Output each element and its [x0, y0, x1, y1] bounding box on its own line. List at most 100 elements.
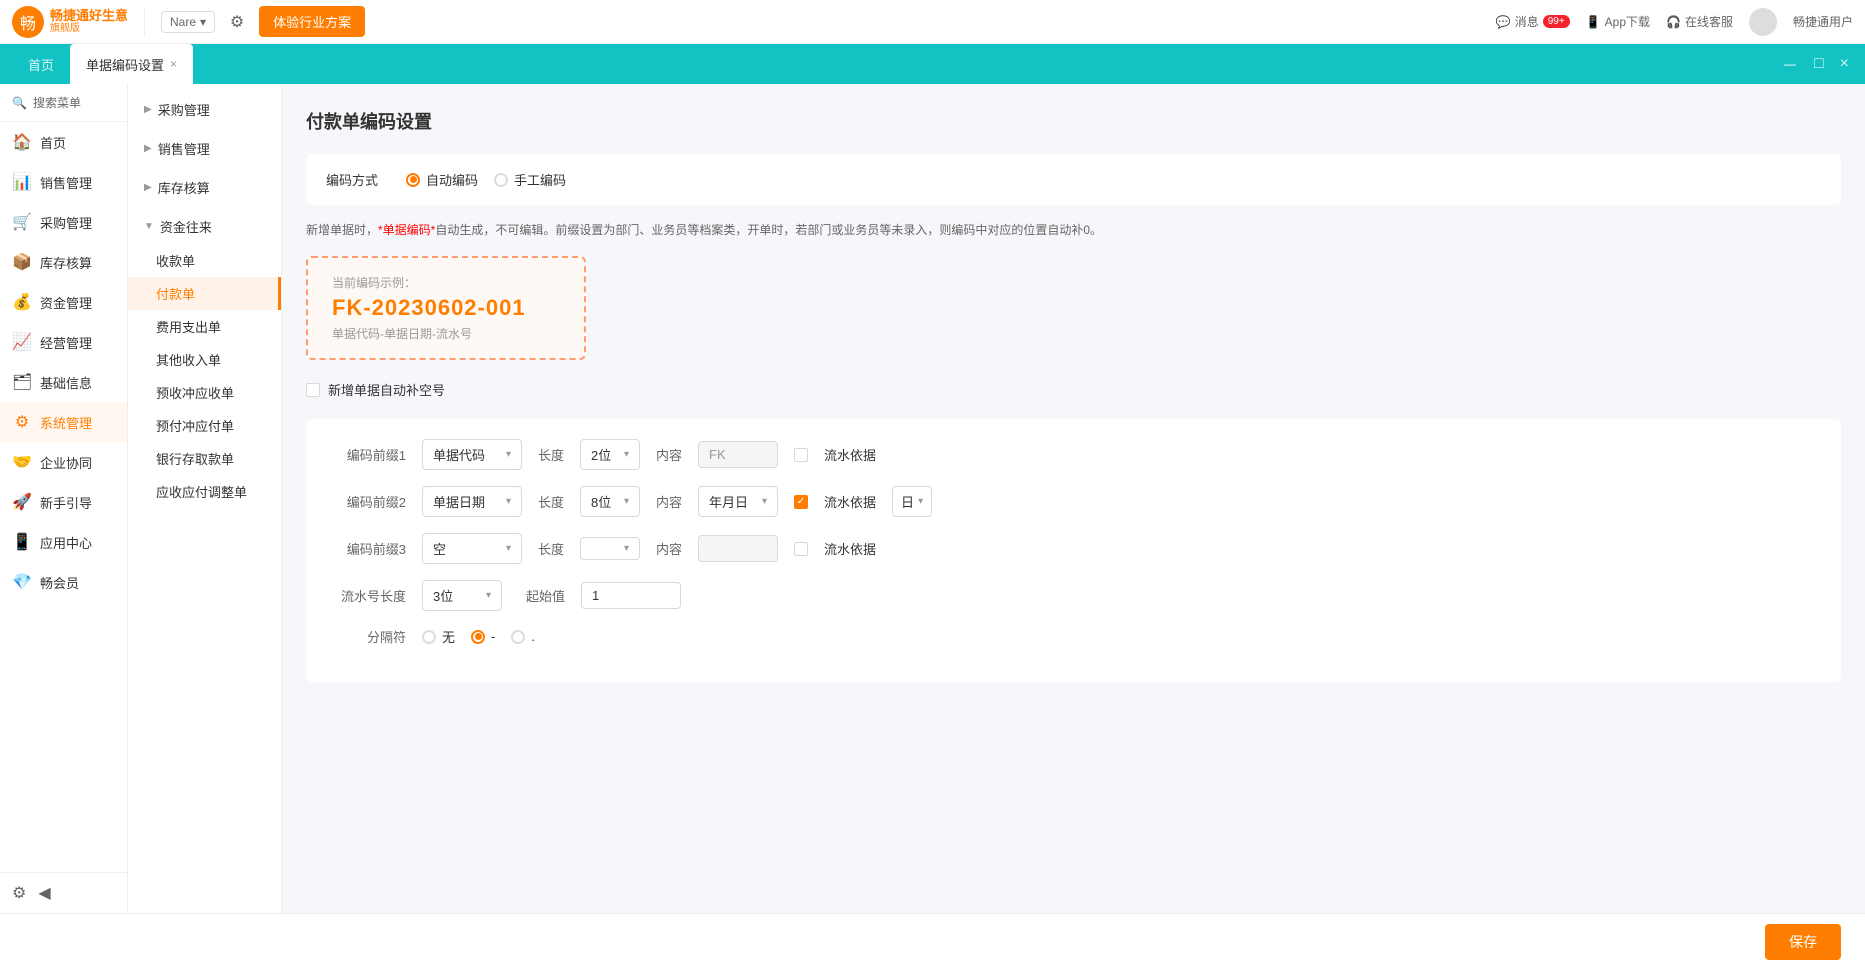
dropdown-arrow-icon: ▾: [624, 449, 629, 460]
sep-none-radio[interactable]: 无: [422, 627, 455, 646]
sidebar-collapse-button[interactable]: ◀: [38, 883, 50, 903]
preview-code: FK-20230602-001: [332, 295, 560, 321]
header-left: 畅 畅捷通好生意 旗舰版 Nare ▾ ⚙ 体验行业方案: [12, 6, 365, 38]
sub-item-payment[interactable]: 付款单: [128, 277, 281, 310]
prefix-3-value: 空: [433, 539, 446, 558]
sub-item-receipt[interactable]: 收款单: [128, 244, 281, 277]
sep-dot-label: .: [531, 629, 535, 644]
sidebar-item-purchase[interactable]: 🛒 采购管理: [0, 202, 127, 242]
content-1-input[interactable]: [698, 441, 778, 468]
breadcrumb-select[interactable]: Nare ▾: [161, 11, 215, 33]
content-3-input[interactable]: [698, 535, 778, 562]
auto-radio-label: 自动编码: [426, 170, 478, 189]
content-1-label: 内容: [656, 445, 682, 464]
sub-item-other-income[interactable]: 其他收入单: [128, 343, 281, 376]
length-2-value: 8位: [591, 492, 611, 511]
main-layout: 🔍 搜索菜单 🏠 首页 📊 销售管理 🛒 采购管理 📦 库存核算 💰 资金管理 …: [0, 84, 1865, 913]
tab-minimize-button[interactable]: －: [1778, 48, 1802, 80]
message-button[interactable]: 💬 消息 99+: [1496, 13, 1570, 30]
length-2-select[interactable]: 8位 ▾: [580, 486, 640, 517]
prefix-1-value: 单据代码: [433, 445, 485, 464]
sep-dash-circle: [471, 630, 485, 644]
auto-fill-checkbox[interactable]: [306, 383, 320, 397]
sep-dot-circle: [511, 630, 525, 644]
sidebar-item-basic[interactable]: 🗂 基础信息: [0, 362, 127, 402]
trial-button[interactable]: 体验行业方案: [259, 6, 365, 37]
prefix-row-3: 编码前缀3 空 ▾ 长度 ▾ 内容 流水依据: [326, 533, 1821, 564]
sidebar-item-apps[interactable]: 📱 应用中心: [0, 522, 127, 562]
tab-encoding[interactable]: 单据编码设置 ×: [70, 44, 193, 84]
dropdown-arrow-icon: ▾: [762, 496, 767, 507]
sidebar-label-sales: 销售管理: [40, 173, 92, 192]
dropdown-arrow-icon: ▾: [918, 496, 923, 507]
serial-row: 流水号长度 3位 ▾ 起始值: [326, 580, 1821, 611]
nav-tabs-bar: 首页 单据编码设置 × － □ ×: [0, 44, 1865, 84]
sub-group-sales-header[interactable]: ▶ 销售管理: [128, 131, 281, 166]
dropdown-arrow-icon: ▾: [486, 590, 491, 601]
sub-group-purchase-header[interactable]: ▶ 采购管理: [128, 92, 281, 127]
sep-dash-radio[interactable]: -: [471, 629, 495, 644]
logo-title: 畅捷通好生意: [50, 8, 128, 24]
sub-item-adjust[interactable]: 应收应付调整单: [128, 475, 281, 508]
serial-start-input[interactable]: [581, 582, 681, 609]
tab-encoding-close[interactable]: ×: [170, 57, 177, 71]
tab-home[interactable]: 首页: [12, 44, 70, 84]
content-2-select[interactable]: 年月日 ▾: [698, 486, 778, 517]
sidebar-item-home[interactable]: 🏠 首页: [0, 122, 127, 162]
follow-1-checkbox[interactable]: [794, 448, 808, 462]
tab-close-button[interactable]: ×: [1836, 51, 1853, 77]
tab-encoding-label: 单据编码设置: [86, 55, 164, 74]
system-icon: ⚙: [12, 412, 32, 432]
prefix-2-select[interactable]: 单据日期 ▾: [422, 486, 522, 517]
manual-radio[interactable]: 手工编码: [494, 170, 566, 189]
sidebar-label-guide: 新手引导: [40, 493, 92, 512]
download-button[interactable]: 📱 App下载: [1586, 13, 1650, 30]
auto-radio-circle: [406, 173, 420, 187]
follow-2-checkbox[interactable]: ✓: [794, 495, 808, 509]
serial-length-select[interactable]: 3位 ▾: [422, 580, 502, 611]
follow-2-label: 流水依据: [824, 492, 876, 511]
prefix-3-select[interactable]: 空 ▾: [422, 533, 522, 564]
home-icon: 🏠: [12, 132, 32, 152]
apps-icon: 📱: [12, 532, 32, 552]
sidebar: 🔍 搜索菜单 🏠 首页 📊 销售管理 🛒 采购管理 📦 库存核算 💰 资金管理 …: [0, 84, 128, 913]
settings-button[interactable]: ⚙: [223, 8, 251, 36]
guide-icon: 🚀: [12, 492, 32, 512]
sidebar-item-member[interactable]: 💎 畅会员: [0, 562, 127, 602]
sidebar-item-inventory[interactable]: 📦 库存核算: [0, 242, 127, 282]
sidebar-footer: ⚙ ◀: [0, 872, 127, 913]
sub-item-expense[interactable]: 费用支出单: [128, 310, 281, 343]
sub-item-bank[interactable]: 银行存取款单: [128, 442, 281, 475]
service-button[interactable]: 🎧 在线客服: [1666, 13, 1733, 30]
sidebar-item-enterprise[interactable]: 🤝 企业协同: [0, 442, 127, 482]
sidebar-label-inventory: 库存核算: [40, 253, 92, 272]
search-icon: 🔍: [12, 96, 27, 110]
sidebar-label-enterprise: 企业协同: [40, 453, 92, 472]
sidebar-item-finance[interactable]: 💰 资金管理: [0, 282, 127, 322]
sub-group-inventory-header[interactable]: ▶ 库存核算: [128, 170, 281, 205]
sidebar-item-system[interactable]: ⚙ 系统管理: [0, 402, 127, 442]
sidebar-item-guide[interactable]: 🚀 新手引导: [0, 482, 127, 522]
encoding-mode-card: 编码方式 自动编码 手工编码: [306, 154, 1841, 205]
sidebar-settings-button[interactable]: ⚙: [12, 883, 26, 903]
sub-item-prepay-receive[interactable]: 预收冲应收单: [128, 376, 281, 409]
sidebar-item-sales[interactable]: 📊 销售管理: [0, 162, 127, 202]
dropdown-arrow-icon: ▾: [506, 496, 511, 507]
save-button[interactable]: 保存: [1765, 924, 1841, 960]
breadcrumb-text: Nare: [170, 15, 196, 29]
sep-none-circle: [422, 630, 436, 644]
auto-radio[interactable]: 自动编码: [406, 170, 478, 189]
length-3-select[interactable]: ▾: [580, 537, 640, 560]
sub-item-prepay-pay[interactable]: 预付冲应付单: [128, 409, 281, 442]
sub-group-capital-header[interactable]: ▼ 资金往来: [128, 209, 281, 244]
encoding-row: 编码方式 自动编码 手工编码: [326, 170, 1821, 189]
follow-3-checkbox[interactable]: [794, 542, 808, 556]
prefix-1-select[interactable]: 单据代码 ▾: [422, 439, 522, 470]
day-select[interactable]: 日 ▾: [892, 486, 932, 517]
sidebar-search[interactable]: 🔍 搜索菜单: [0, 84, 127, 122]
tab-maximize-button[interactable]: □: [1810, 51, 1828, 77]
preview-desc: 单据代码-单据日期-流水号: [332, 325, 560, 342]
sep-dot-radio[interactable]: .: [511, 629, 535, 644]
length-1-select[interactable]: 2位 ▾: [580, 439, 640, 470]
sidebar-item-operations[interactable]: 📈 经营管理: [0, 322, 127, 362]
